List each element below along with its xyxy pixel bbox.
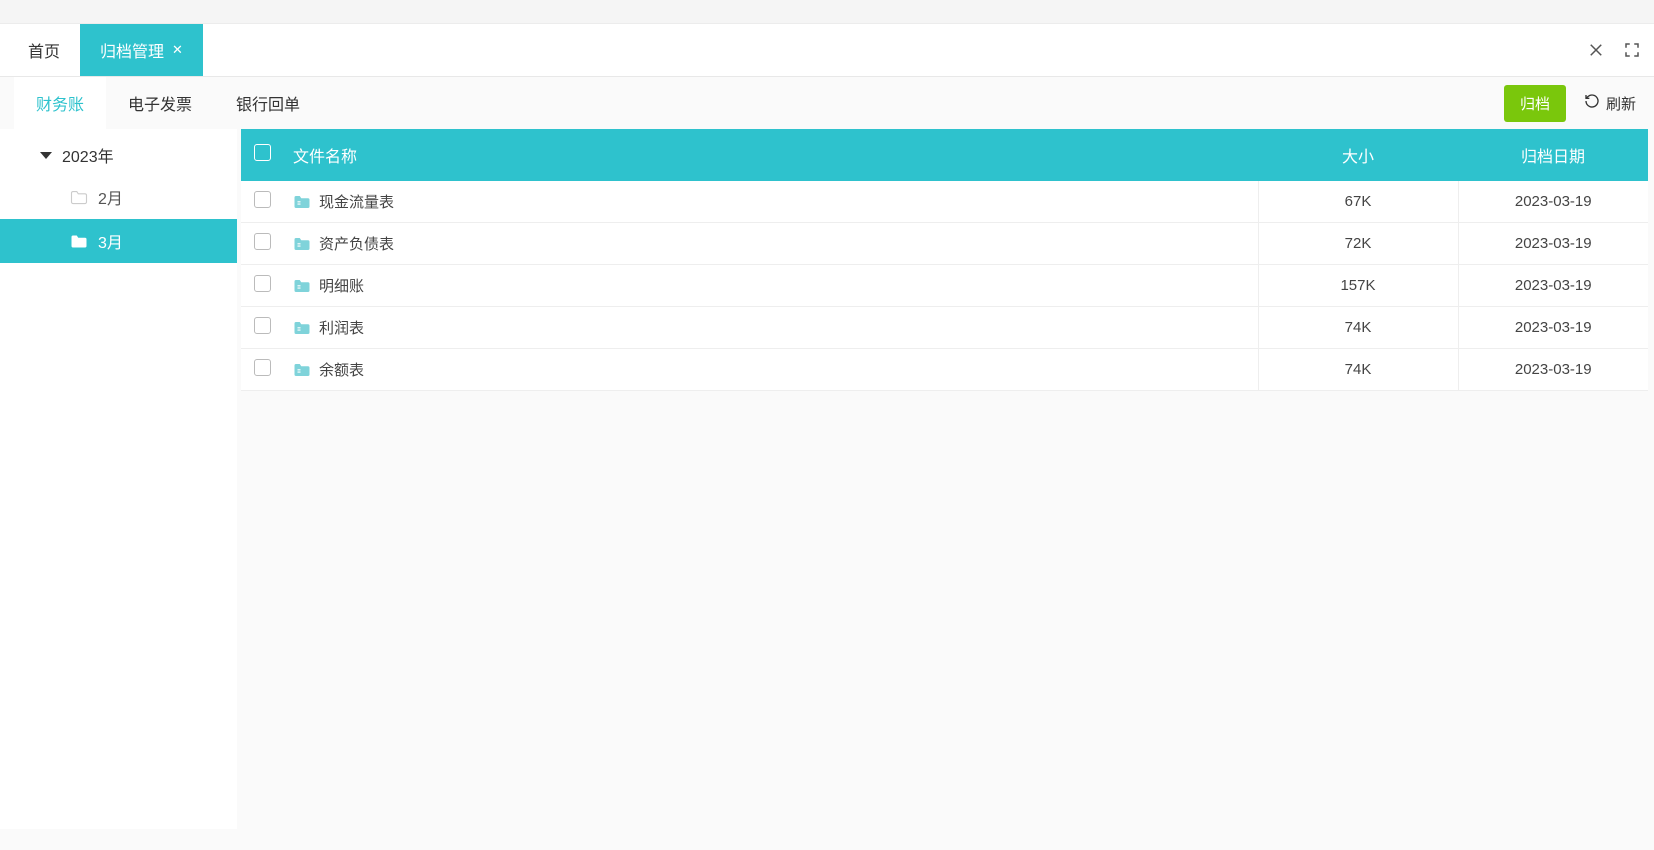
fullscreen-button[interactable] — [1616, 34, 1648, 66]
sub-right: 归档 刷新 — [1504, 77, 1636, 129]
table-row[interactable]: 资产负债表 72K2023-03-19 — [241, 223, 1648, 265]
file-date: 2023-03-19 — [1458, 349, 1648, 391]
row-checkbox[interactable] — [254, 275, 271, 292]
refresh-icon — [1584, 93, 1600, 113]
col-header-size: 大小 — [1258, 129, 1458, 181]
folder-icon — [70, 190, 88, 204]
file-icon — [293, 194, 311, 210]
file-size: 157K — [1258, 265, 1458, 307]
main-layout: 2023年 2月 3月 文件名称 大小 归档日期 现 — [0, 129, 1654, 829]
file-table: 文件名称 大小 归档日期 现金流量表67K2023-03-19资产负债表72K2… — [241, 129, 1648, 391]
file-icon — [293, 320, 311, 336]
refresh-button[interactable]: 刷新 — [1584, 93, 1636, 114]
nav-tab-label: 归档管理 — [100, 38, 164, 62]
row-checkbox[interactable] — [254, 233, 271, 250]
sub-tab-einvoice[interactable]: 电子发票 — [106, 77, 214, 129]
close-icon[interactable]: ✕ — [172, 42, 183, 58]
folder-icon — [70, 234, 88, 248]
file-date: 2023-03-19 — [1458, 307, 1648, 349]
archive-button[interactable]: 归档 — [1504, 85, 1566, 122]
row-checkbox[interactable] — [254, 359, 271, 376]
file-size: 67K — [1258, 181, 1458, 223]
table-row[interactable]: 利润表 74K2023-03-19 — [241, 307, 1648, 349]
sub-tab-label: 财务账 — [36, 97, 84, 114]
file-size: 74K — [1258, 307, 1458, 349]
tree-item-mar[interactable]: 3月 — [0, 219, 237, 263]
row-checkbox[interactable] — [254, 191, 271, 208]
file-date: 2023-03-19 — [1458, 265, 1648, 307]
nav-tab-label: 首页 — [28, 38, 60, 62]
file-size: 72K — [1258, 223, 1458, 265]
nav-right — [1580, 24, 1648, 76]
sub-tab-label: 电子发票 — [128, 97, 192, 114]
file-name: 现金流量表 — [319, 191, 394, 212]
file-name: 余额表 — [319, 359, 364, 380]
close-panel-button[interactable] — [1580, 34, 1612, 66]
sub-tab-bank[interactable]: 银行回单 — [214, 77, 322, 129]
table-row[interactable]: 余额表 74K2023-03-19 — [241, 349, 1648, 391]
tree-item-feb[interactable]: 2月 — [14, 175, 237, 219]
table-area: 文件名称 大小 归档日期 现金流量表67K2023-03-19资产负债表72K2… — [237, 129, 1654, 391]
sidebar: 2023年 2月 3月 — [0, 129, 237, 829]
nav-tab-home[interactable]: 首页 — [8, 24, 80, 76]
file-icon — [293, 278, 311, 294]
row-checkbox[interactable] — [254, 317, 271, 334]
chevron-down-icon — [40, 152, 52, 159]
file-name: 资产负债表 — [319, 233, 394, 254]
tree-item-label: 2月 — [98, 185, 123, 209]
table-row[interactable]: 现金流量表 67K2023-03-19 — [241, 181, 1648, 223]
sub-tab-label: 银行回单 — [236, 97, 300, 114]
table-header-row: 文件名称 大小 归档日期 — [241, 129, 1648, 181]
top-bar — [0, 0, 1654, 24]
file-date: 2023-03-19 — [1458, 181, 1648, 223]
col-header-name: 文件名称 — [283, 129, 1258, 181]
sub-tab-finance[interactable]: 财务账 — [14, 77, 106, 129]
table-row[interactable]: 明细账 157K2023-03-19 — [241, 265, 1648, 307]
sub-tabs-row: 财务账 电子发票 银行回单 归档 刷新 — [0, 77, 1654, 129]
tree-root-label: 2023年 — [62, 143, 114, 167]
tree-root[interactable]: 2023年 — [14, 135, 237, 175]
file-size: 74K — [1258, 349, 1458, 391]
tree-item-label: 3月 — [98, 229, 123, 253]
col-header-date: 归档日期 — [1458, 129, 1648, 181]
refresh-label: 刷新 — [1606, 93, 1636, 114]
file-icon — [293, 236, 311, 252]
file-name: 明细账 — [319, 275, 364, 296]
nav-tabs-row: 首页 归档管理 ✕ — [0, 24, 1654, 77]
select-all-checkbox[interactable] — [254, 144, 271, 161]
file-name: 利润表 — [319, 317, 364, 338]
file-date: 2023-03-19 — [1458, 223, 1648, 265]
nav-tab-archive[interactable]: 归档管理 ✕ — [80, 24, 203, 76]
file-icon — [293, 362, 311, 378]
